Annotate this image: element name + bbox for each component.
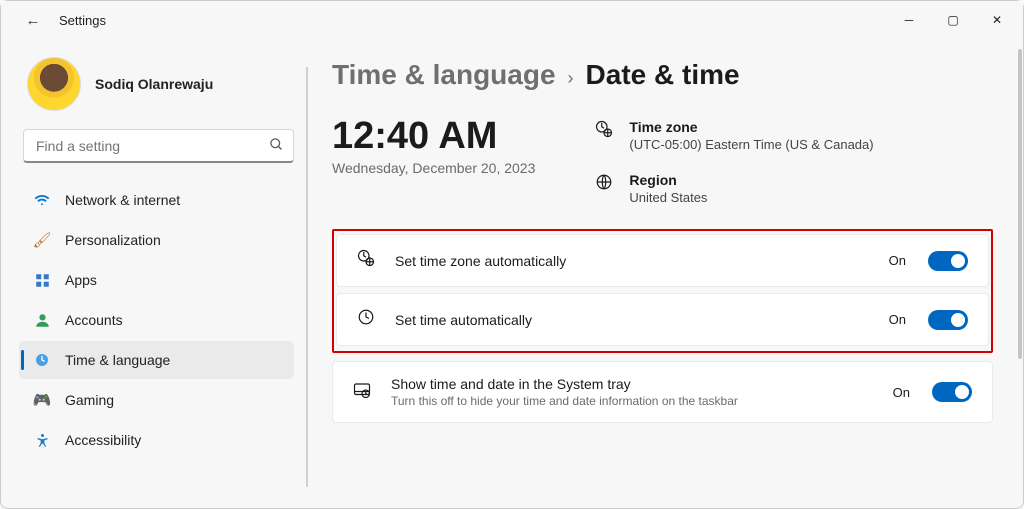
setting-title: Show time and date in the System tray bbox=[391, 376, 875, 392]
sidebar-item-gaming[interactable]: 🎮 Gaming bbox=[19, 381, 294, 419]
sidebar-item-label: Time & language bbox=[65, 352, 170, 368]
setting-auto-time: Set time automatically On bbox=[336, 293, 989, 346]
breadcrumb: Time & language › Date & time bbox=[332, 59, 993, 91]
maximize-button[interactable]: ▢ bbox=[931, 5, 975, 35]
toggle-state: On bbox=[889, 312, 906, 327]
toggle-systray-clock[interactable] bbox=[932, 382, 972, 402]
sidebar-item-time-language[interactable]: Time & language bbox=[19, 341, 294, 379]
setting-systray-clock: Show time and date in the System tray Tu… bbox=[332, 361, 993, 423]
sidebar-item-network[interactable]: Network & internet bbox=[19, 181, 294, 219]
timezone-icon bbox=[595, 120, 615, 143]
globe-clock-icon bbox=[33, 352, 51, 368]
content-pane: Time & language › Date & time 12:40 AM W… bbox=[306, 39, 1023, 508]
setting-title: Set time zone automatically bbox=[395, 253, 871, 269]
region-value: United States bbox=[629, 190, 707, 205]
sidebar-item-label: Accessibility bbox=[65, 432, 141, 448]
close-icon: ✕ bbox=[992, 13, 1002, 27]
back-button[interactable]: ← bbox=[19, 6, 47, 34]
breadcrumb-parent[interactable]: Time & language bbox=[332, 59, 556, 91]
maximize-icon: ▢ bbox=[947, 13, 958, 27]
avatar bbox=[27, 57, 81, 111]
sidebar-item-label: Apps bbox=[65, 272, 97, 288]
sidebar-item-accounts[interactable]: Accounts bbox=[19, 301, 294, 339]
toggle-state: On bbox=[893, 385, 910, 400]
setting-title: Set time automatically bbox=[395, 312, 871, 328]
sidebar-item-accessibility[interactable]: Accessibility bbox=[19, 421, 294, 459]
toggle-state: On bbox=[889, 253, 906, 268]
chevron-right-icon: › bbox=[568, 68, 574, 89]
sidebar-item-apps[interactable]: Apps bbox=[19, 261, 294, 299]
titlebar: ← Settings ─ ▢ ✕ bbox=[1, 1, 1023, 39]
sidebar-item-label: Gaming bbox=[65, 392, 114, 408]
apps-icon bbox=[33, 273, 51, 288]
gamepad-icon: 🎮 bbox=[33, 391, 51, 409]
taskbar-clock-icon bbox=[353, 381, 373, 404]
sidebar-item-label: Accounts bbox=[65, 312, 123, 328]
back-arrow-icon: ← bbox=[26, 12, 41, 29]
current-date: Wednesday, December 20, 2023 bbox=[332, 160, 535, 176]
timezone-label: Time zone bbox=[629, 119, 873, 135]
setting-auto-timezone: Set time zone automatically On bbox=[336, 234, 989, 287]
sidebar: Sodiq Olanrewaju Network & internet 🖌 Pe… bbox=[1, 39, 306, 508]
search-input[interactable] bbox=[23, 129, 294, 163]
sidebar-item-label: Network & internet bbox=[65, 192, 180, 208]
brush-icon: 🖌 bbox=[33, 231, 51, 249]
user-name: Sodiq Olanrewaju bbox=[95, 76, 213, 92]
page-title: Date & time bbox=[586, 59, 740, 91]
clock-icon bbox=[357, 308, 377, 331]
timezone-icon bbox=[357, 249, 377, 272]
close-button[interactable]: ✕ bbox=[975, 5, 1019, 35]
scrollbar[interactable] bbox=[1018, 49, 1022, 359]
minimize-button[interactable]: ─ bbox=[887, 5, 931, 35]
sidebar-nav: Network & internet 🖌 Personalization App… bbox=[19, 181, 300, 459]
sidebar-item-personalization[interactable]: 🖌 Personalization bbox=[19, 221, 294, 259]
clock-block: 12:40 AM Wednesday, December 20, 2023 bbox=[332, 115, 535, 205]
window-title: Settings bbox=[59, 13, 106, 28]
toggle-auto-timezone[interactable] bbox=[928, 251, 968, 271]
timezone-value: (UTC-05:00) Eastern Time (US & Canada) bbox=[629, 137, 873, 152]
current-time: 12:40 AM bbox=[332, 115, 535, 158]
minimize-icon: ─ bbox=[905, 13, 914, 27]
toggle-auto-time[interactable] bbox=[928, 310, 968, 330]
region-label: Region bbox=[629, 172, 707, 188]
region-info: Region United States bbox=[595, 172, 873, 205]
user-account-row[interactable]: Sodiq Olanrewaju bbox=[19, 53, 300, 129]
wifi-icon bbox=[33, 192, 51, 208]
setting-subtitle: Turn this off to hide your time and date… bbox=[391, 394, 875, 408]
timezone-info: Time zone (UTC-05:00) Eastern Time (US &… bbox=[595, 119, 873, 152]
sidebar-item-label: Personalization bbox=[65, 232, 161, 248]
accessibility-icon bbox=[33, 433, 51, 448]
annotation-highlight: Set time zone automatically On Set time … bbox=[332, 229, 993, 353]
globe-icon bbox=[595, 173, 615, 196]
person-icon bbox=[33, 313, 51, 328]
